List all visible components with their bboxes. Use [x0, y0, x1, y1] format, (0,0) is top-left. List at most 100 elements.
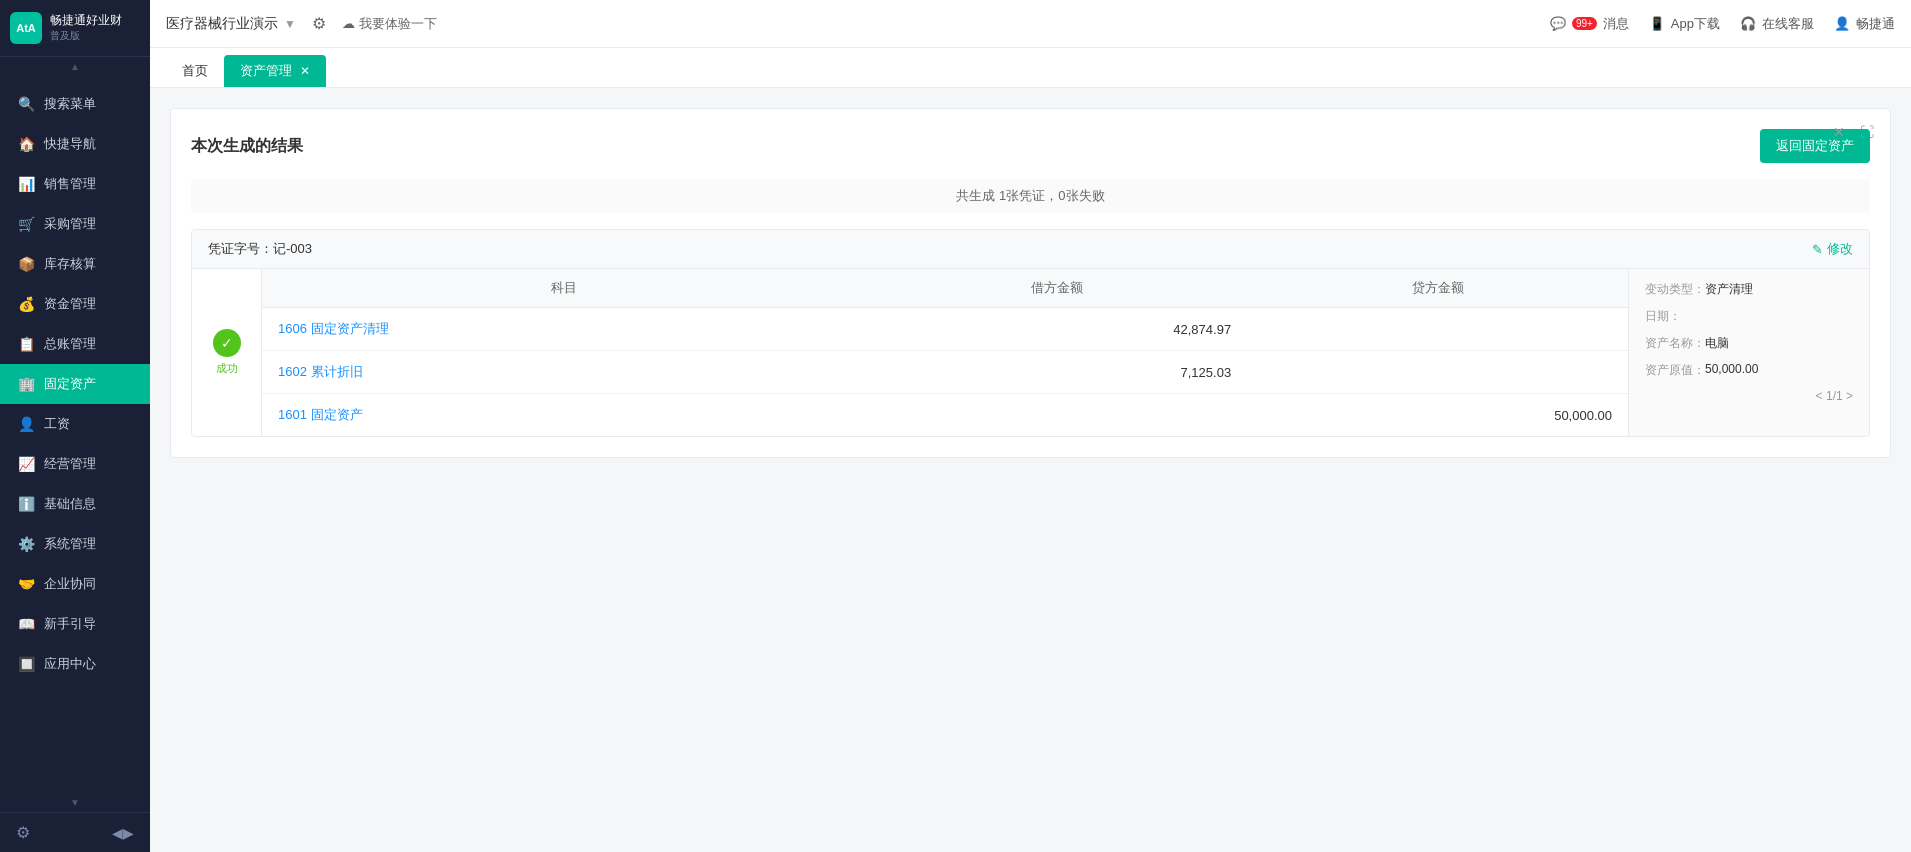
settings-bottom-icon[interactable]: ⚙: [16, 823, 30, 842]
voucher-content: ✓ 成功 科目 借方金额: [192, 269, 1869, 436]
success-label: 成功: [216, 361, 238, 376]
topbar-action-user[interactable]: 👤 畅捷通: [1834, 15, 1895, 33]
date-label: 日期：: [1645, 308, 1705, 325]
sidebar-item-system[interactable]: ⚙️ 系统管理: [0, 524, 150, 564]
fixed-assets-icon: 🏢: [16, 374, 36, 394]
feedback-icon: ☁: [342, 16, 355, 31]
logo-icon: AtA: [10, 12, 42, 44]
finance-icon: 💰: [16, 294, 36, 314]
sidebar-item-basic-info[interactable]: ℹ️基础信息: [0, 484, 150, 524]
sidebar-scroll-down[interactable]: ▼: [70, 797, 80, 808]
result-header: 本次生成的结果 返回固定资产: [191, 129, 1870, 163]
feedback-button[interactable]: ☁ 我要体验一下: [342, 15, 437, 33]
prev-page-icon[interactable]: <: [1816, 389, 1823, 403]
col-subject: 科目: [262, 269, 866, 308]
topbar-action-messages[interactable]: 💬99+消息: [1550, 15, 1629, 33]
sidebar-item-label: 新手引导: [44, 615, 96, 633]
page-indicator: 1/1: [1826, 389, 1846, 403]
sidebar-item-label: 采购管理: [44, 215, 96, 233]
asset-value-label: 资产原值：: [1645, 362, 1705, 379]
sidebar-item-label: 应用中心: [44, 655, 96, 673]
toggle-sidebar-icon[interactable]: ◀▶: [112, 825, 134, 841]
payroll-icon: 👤: [16, 414, 36, 434]
sidebar-item-purchase[interactable]: 🛒采购管理: [0, 204, 150, 244]
tab-asset-mgmt[interactable]: 资产管理✕: [224, 55, 326, 87]
sidebar-item-label: 销售管理: [44, 175, 96, 193]
tab-close-icon[interactable]: ✕: [300, 64, 310, 78]
user-icon: 👤: [1834, 16, 1850, 31]
sidebar-item-app-center[interactable]: 🔲应用中心: [0, 644, 150, 684]
credit-cell: [1247, 351, 1628, 394]
inventory-icon: 📦: [16, 254, 36, 274]
success-status-cell: ✓ 成功: [192, 269, 262, 436]
edit-button[interactable]: ✎ 修改: [1812, 240, 1853, 258]
asset-name-label: 资产名称：: [1645, 335, 1705, 352]
sidebar-item-label: 库存核算: [44, 255, 96, 273]
sidebar-item-label: 系统管理: [44, 535, 96, 553]
voucher-block: 凭证字号：记-003 ✎ 修改 ✓: [191, 229, 1870, 437]
sidebar-item-payroll[interactable]: 👤 工资: [0, 404, 150, 444]
sidebar-item-label: 资金管理: [44, 295, 96, 313]
tab-home[interactable]: 首页: [166, 55, 224, 87]
sidebar-item-finance[interactable]: 💰 资金管理: [0, 284, 150, 324]
company-chevron-icon: ▼: [284, 17, 296, 31]
sidebar-bottom: ⚙ ◀▶: [0, 812, 150, 852]
topbar-action-app-download[interactable]: 📱App下载: [1649, 15, 1720, 33]
pagination: < 1/1 >: [1645, 389, 1853, 403]
voucher-id: 凭证字号：记-003: [208, 240, 312, 258]
sidebar-item-guide[interactable]: 📖新手引导: [0, 604, 150, 644]
system-icon: ⚙️: [16, 534, 36, 554]
messages-badge: 99+: [1572, 17, 1597, 30]
operations-icon: 📈: [16, 454, 36, 474]
sidebar-item-inventory[interactable]: 📦 库存核算: [0, 244, 150, 284]
change-type-label: 变动类型：: [1645, 281, 1705, 298]
close-panel-icon[interactable]: ✕: [1828, 121, 1850, 143]
expand-panel-icon[interactable]: ⛶: [1856, 121, 1878, 143]
topbar-action-online-support[interactable]: 🎧在线客服: [1740, 15, 1814, 33]
sidebar-item-operations[interactable]: 📈经营管理: [0, 444, 150, 484]
next-page-icon[interactable]: >: [1846, 389, 1853, 403]
quick-nav-icon: 🏠: [16, 134, 36, 154]
company-selector[interactable]: 医疗器械行业演示 ▼: [166, 15, 296, 33]
edit-label: 修改: [1827, 240, 1853, 258]
col-debit: 借方金额: [866, 269, 1247, 308]
detail-date: 日期：: [1645, 308, 1853, 325]
online-support-label: 在线客服: [1762, 15, 1814, 33]
sidebar-item-quick-nav[interactable]: 🏠快捷导航: [0, 124, 150, 164]
sales-icon: 📊: [16, 174, 36, 194]
table-row: 1601 固定资产 50,000.00: [262, 394, 1628, 437]
sidebar-item-label: 固定资产: [44, 375, 96, 393]
sidebar-item-sales[interactable]: 📊 销售管理: [0, 164, 150, 204]
app-download-label: App下载: [1671, 15, 1720, 33]
asset-name-value: 电脑: [1705, 335, 1729, 352]
table-row: 1606 固定资产清理 42,874.97: [262, 308, 1628, 351]
subject-cell: 1606 固定资产清理: [262, 308, 866, 351]
voucher-table: 科目 借方金额 贷方金额 1606 固定资产清理 42,874.97 1602 …: [262, 269, 1629, 436]
voucher-header: 凭证字号：记-003 ✎ 修改: [192, 230, 1869, 269]
sidebar-item-label: 工资: [44, 415, 70, 433]
search-icon: 🔍: [16, 94, 36, 114]
result-title: 本次生成的结果: [191, 136, 303, 157]
credit-cell: [1247, 308, 1628, 351]
detail-asset-name: 资产名称： 电脑: [1645, 335, 1853, 352]
subject-cell: 1602 累计折旧: [262, 351, 866, 394]
sidebar-item-label: 总账管理: [44, 335, 96, 353]
change-type-value: 资产清理: [1705, 281, 1753, 298]
user-label: 畅捷通: [1856, 15, 1895, 33]
ledger-icon: 📋: [16, 334, 36, 354]
sidebar-item-label: 搜索菜单: [44, 95, 96, 113]
detail-change-type: 变动类型： 资产清理: [1645, 281, 1853, 298]
credit-cell: 50,000.00: [1247, 394, 1628, 437]
table-row: 1602 累计折旧 7,125.03: [262, 351, 1628, 394]
sidebar-item-search[interactable]: 🔍 搜索菜单: [0, 84, 150, 124]
sidebar-scroll-up[interactable]: ▲: [70, 61, 80, 72]
topbar-settings-icon[interactable]: ⚙: [312, 14, 326, 33]
sidebar-item-ledger[interactable]: 📋 总账管理: [0, 324, 150, 364]
sidebar-item-enterprise[interactable]: 🤝企业协同: [0, 564, 150, 604]
debit-cell: 7,125.03: [866, 351, 1247, 394]
debit-cell: 42,874.97: [866, 308, 1247, 351]
sidebar-item-fixed-assets[interactable]: 🏢 固定资产: [0, 364, 150, 404]
detail-asset-value: 资产原值： 50,000.00: [1645, 362, 1853, 379]
voucher-detail: 变动类型： 资产清理 日期： 资产名称： 电脑: [1629, 269, 1869, 436]
sidebar-logo: AtA 畅捷通好业财 普及版: [0, 0, 150, 57]
